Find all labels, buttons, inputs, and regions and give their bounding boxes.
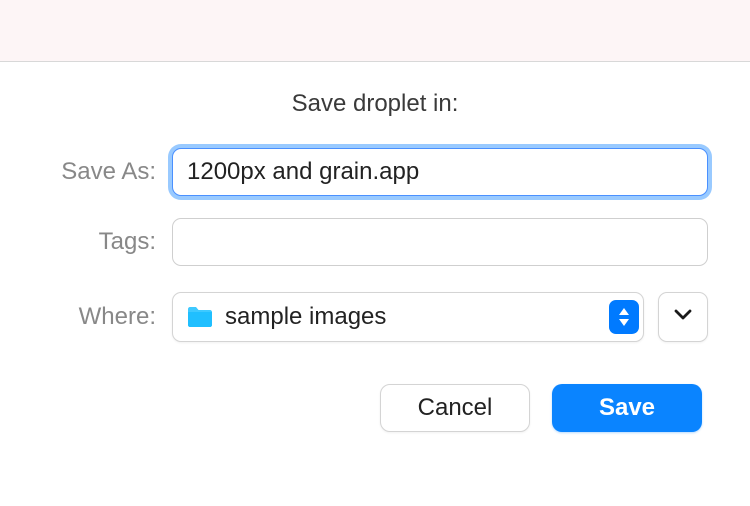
dialog-title: Save droplet in: <box>42 90 708 118</box>
cancel-button[interactable]: Cancel <box>380 384 530 432</box>
window-header-strip <box>0 0 750 62</box>
chevron-down-icon <box>673 308 693 326</box>
where-folder-name: sample images <box>225 303 609 331</box>
where-select[interactable]: sample images <box>172 292 644 342</box>
where-row: Where: sample images <box>42 292 708 342</box>
save-dialog: Save droplet in: Save As: Tags: Where: s… <box>0 62 750 432</box>
save-button[interactable]: Save <box>552 384 702 432</box>
tags-input[interactable] <box>172 218 708 266</box>
tags-label: Tags: <box>42 228 172 256</box>
folder-icon <box>185 305 215 329</box>
save-as-label: Save As: <box>42 158 172 186</box>
expand-button[interactable] <box>658 292 708 342</box>
save-as-row: Save As: <box>42 148 708 196</box>
dialog-button-row: Cancel Save <box>42 384 708 432</box>
save-as-input[interactable] <box>172 148 708 196</box>
tags-row: Tags: <box>42 218 708 266</box>
where-label: Where: <box>42 303 172 331</box>
up-down-arrows-icon <box>609 300 639 334</box>
